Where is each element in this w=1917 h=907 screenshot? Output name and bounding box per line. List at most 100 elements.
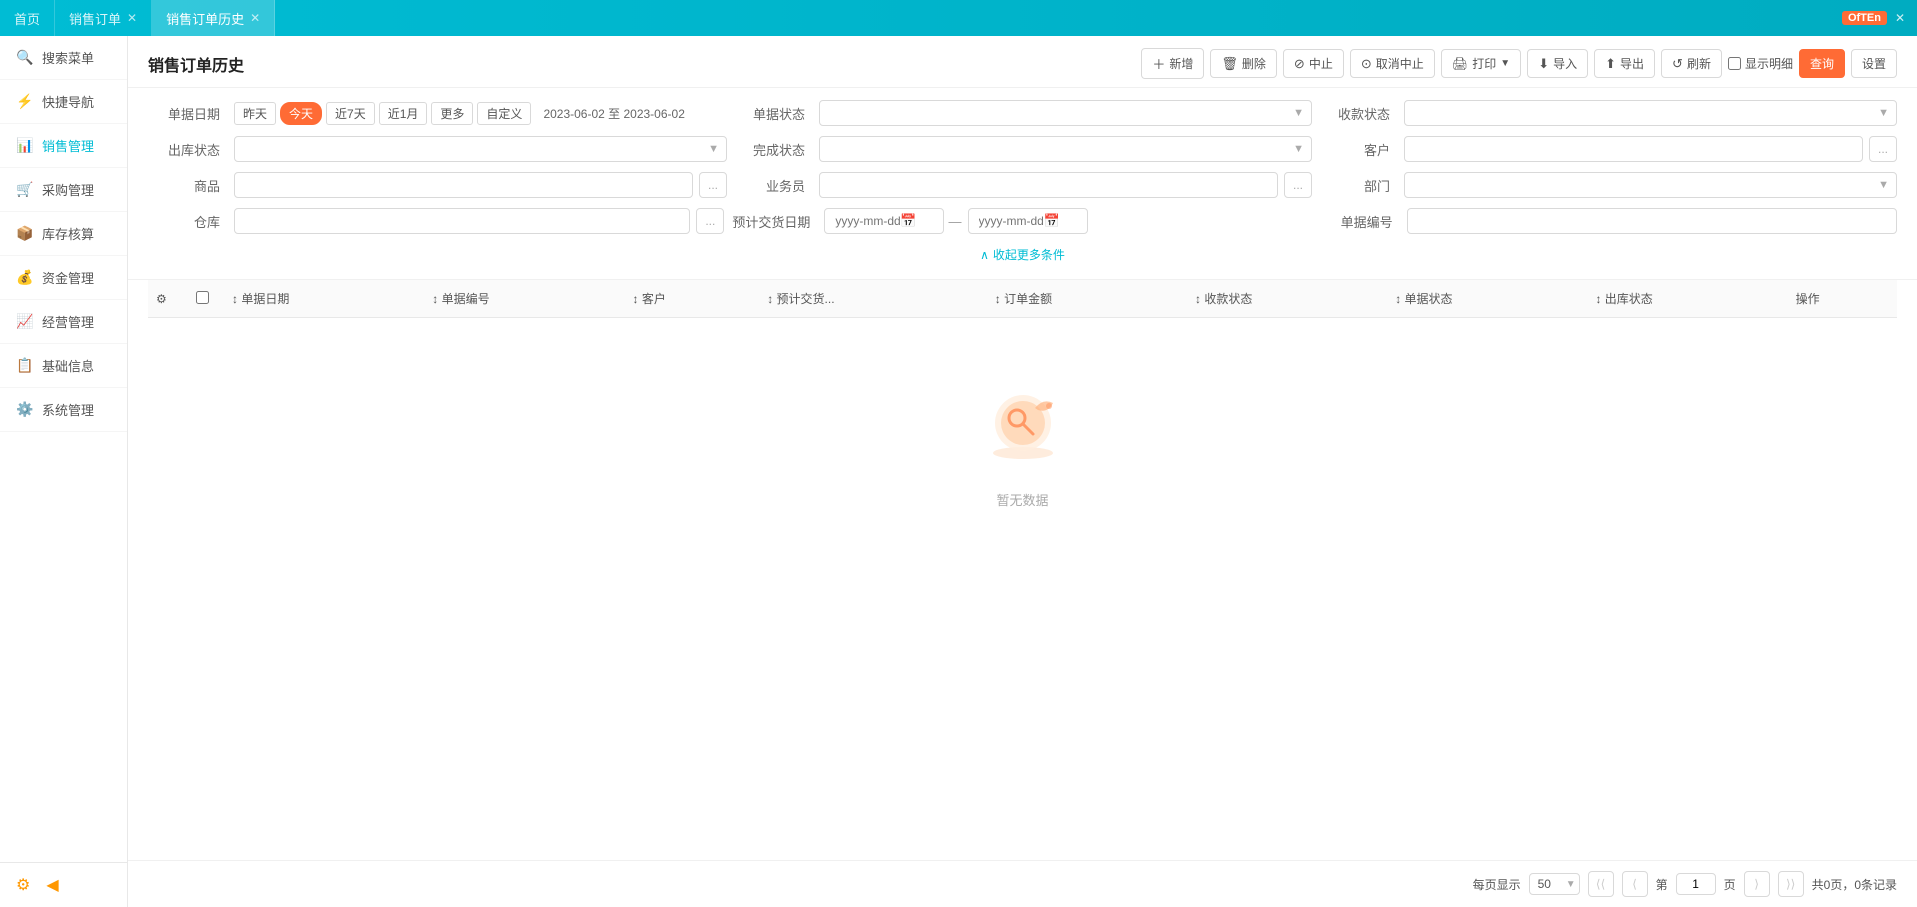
often-badge: OfTEn	[1842, 11, 1887, 25]
new-button[interactable]: ＋ 新增	[1141, 48, 1204, 79]
table-container: ⚙ ↕ 单据日期 ↕ 单据编号 ↕ 客户	[128, 280, 1917, 860]
th-customer: ↕ 客户	[624, 280, 759, 318]
th-expected-delivery: ↕ 预计交货...	[759, 280, 987, 318]
date-7days[interactable]: 近7天	[326, 102, 375, 125]
sidebar-collapse-icon[interactable]: ◀	[46, 875, 58, 895]
customer-input[interactable]	[1404, 136, 1863, 162]
show-detail-checkbox-label[interactable]: 显示明细	[1728, 55, 1793, 72]
page-number-input[interactable]	[1676, 873, 1716, 895]
goods-input[interactable]	[234, 172, 693, 198]
out-warehouse-select[interactable]	[234, 136, 727, 162]
page-title: 销售订单历史	[148, 52, 244, 76]
warehouse-dots-btn[interactable]: ...	[696, 208, 724, 234]
date-1month[interactable]: 近1月	[379, 102, 428, 125]
doc-number-input[interactable]	[1407, 208, 1897, 234]
sidebar-item-inventory[interactable]: 📦 库存核算	[0, 212, 127, 256]
date-range-text: 2023-06-02 至 2023-06-02	[543, 105, 684, 122]
warehouse-input[interactable]	[234, 208, 690, 234]
refresh-icon: ↺	[1672, 56, 1683, 72]
tab-home[interactable]: 首页	[0, 0, 55, 36]
settings-gear-icon[interactable]: ⚙	[156, 292, 167, 306]
collapse-icon: ∧	[980, 248, 989, 262]
layout: 🔍 搜索菜单 ⚡ 快捷导航 📊 销售管理 🛒 采购管理 📦 库存核算 💰 资金管…	[0, 36, 1917, 907]
collapse-button[interactable]: ∧ 收起更多条件	[980, 242, 1065, 267]
complete-status-select[interactable]	[819, 136, 1312, 162]
complete-status-filter: ▼	[819, 136, 1312, 162]
date-range-separator: —	[949, 214, 962, 229]
tab-sales-order[interactable]: 销售订单 ✕	[55, 0, 152, 36]
page-size-select[interactable]: 50 10 20 100	[1529, 873, 1580, 895]
tab-bar: 首页 销售订单 ✕ 销售订单历史 ✕	[0, 0, 1830, 36]
sidebar-item-sales-mgmt[interactable]: 📊 销售管理	[0, 124, 127, 168]
salesperson-input[interactable]	[819, 172, 1278, 198]
sidebar-item-search-menu[interactable]: 🔍 搜索菜单	[0, 36, 127, 80]
inventory-icon: 📦	[16, 225, 34, 243]
sidebar-item-finance[interactable]: 💰 资金管理	[0, 256, 127, 300]
quick-nav-icon: ⚡	[16, 93, 34, 111]
page-size-wrapper: 50 10 20 100 ▼	[1529, 873, 1580, 895]
cancel-stop-button[interactable]: ⊙ 取消中止	[1350, 49, 1435, 78]
print-icon: 🖨	[1452, 56, 1469, 72]
date-filter: 昨天 今天 近7天 近1月 更多 自定义 2023-06-02 至 2023-0…	[234, 102, 727, 125]
sidebar: 🔍 搜索菜单 ⚡ 快捷导航 📊 销售管理 🛒 采购管理 📦 库存核算 💰 资金管…	[0, 36, 128, 907]
window-close-icon[interactable]: ✕	[1895, 11, 1905, 25]
th-order-amount: ↕ 订单金额	[987, 280, 1187, 318]
sidebar-item-quick-nav[interactable]: ⚡ 快捷导航	[0, 80, 127, 124]
complete-status-label: 完成状态	[733, 140, 813, 159]
goods-dots-btn[interactable]: ...	[699, 172, 727, 198]
status-label: 单据状态	[733, 104, 813, 123]
tab-sales-order-history[interactable]: 销售订单历史 ✕	[152, 0, 275, 36]
print-button[interactable]: 🖨 打印 ▼	[1441, 49, 1521, 78]
salesperson-filter: ...	[819, 172, 1312, 198]
sidebar-item-system[interactable]: ⚙️ 系统管理	[0, 388, 127, 432]
refresh-button[interactable]: ↺ 刷新	[1661, 49, 1722, 78]
salesperson-dots-btn[interactable]: ...	[1284, 172, 1312, 198]
prev-page-button[interactable]: ⟨	[1622, 871, 1648, 897]
cancel-stop-icon: ⊙	[1361, 56, 1372, 72]
sidebar-item-operations[interactable]: 📈 经营管理	[0, 300, 127, 344]
show-detail-checkbox[interactable]	[1728, 57, 1741, 70]
goods-label: 商品	[148, 176, 228, 195]
import-button[interactable]: ⬇ 导入	[1527, 49, 1588, 78]
receipt-status-select[interactable]	[1404, 100, 1897, 126]
dept-select[interactable]	[1404, 172, 1897, 198]
export-button[interactable]: ⬆ 导出	[1594, 49, 1655, 78]
date-from-wrapper: 📅	[824, 208, 942, 234]
date-from-input[interactable]	[824, 208, 944, 234]
query-button[interactable]: 查询	[1799, 49, 1845, 78]
doc-number-label: 单据编号	[1321, 212, 1401, 231]
first-page-button[interactable]: ⟨⟨	[1588, 871, 1614, 897]
purchase-mgmt-icon: 🛒	[16, 181, 34, 199]
top-bar: 首页 销售订单 ✕ 销售订单历史 ✕ OfTEn ✕	[0, 0, 1917, 36]
th-receipt-status: ↕ 收款状态	[1187, 280, 1387, 318]
status-select[interactable]	[819, 100, 1312, 126]
sidebar-bottom: ⚙ ◀	[0, 862, 127, 907]
out-warehouse-label: 出库状态	[148, 140, 228, 159]
settings-button[interactable]: 设置	[1851, 49, 1897, 78]
next-page-button[interactable]: ⟩	[1744, 871, 1770, 897]
select-all-checkbox[interactable]	[196, 291, 209, 304]
calendar-from-icon: 📅	[900, 213, 916, 229]
th-doc-date: ↕ 单据日期	[224, 280, 424, 318]
sidebar-settings-icon[interactable]: ⚙	[16, 875, 30, 895]
pagination-bar: 每页显示 50 10 20 100 ▼ ⟨⟨ ⟨ 第 页 ⟩ ⟩⟩ 共0页，0条…	[128, 860, 1917, 907]
delete-button[interactable]: 🗑 删除	[1210, 49, 1277, 78]
sidebar-item-purchase-mgmt[interactable]: 🛒 采购管理	[0, 168, 127, 212]
empty-icon	[973, 378, 1073, 478]
date-yesterday[interactable]: 昨天	[234, 102, 276, 125]
operations-icon: 📈	[16, 313, 34, 331]
date-label: 单据日期	[148, 104, 228, 123]
sidebar-item-base-info[interactable]: 📋 基础信息	[0, 344, 127, 388]
customer-dots-btn[interactable]: ...	[1869, 136, 1897, 162]
date-to-input[interactable]	[968, 208, 1088, 234]
date-today[interactable]: 今天	[280, 102, 322, 125]
stop-button[interactable]: ⊘ 中止	[1283, 49, 1344, 78]
date-more[interactable]: 更多	[431, 102, 473, 125]
receipt-status-label: 收款状态	[1318, 104, 1398, 123]
main-content: 销售订单历史 ＋ 新增 🗑 删除 ⊘ 中止 ⊙ 取消中止	[128, 36, 1917, 907]
date-custom[interactable]: 自定义	[477, 102, 531, 125]
tab-sales-order-history-close[interactable]: ✕	[250, 12, 260, 24]
tab-sales-order-close[interactable]: ✕	[127, 12, 137, 24]
last-page-button[interactable]: ⟩⟩	[1778, 871, 1804, 897]
th-ops: 操作	[1788, 280, 1897, 318]
